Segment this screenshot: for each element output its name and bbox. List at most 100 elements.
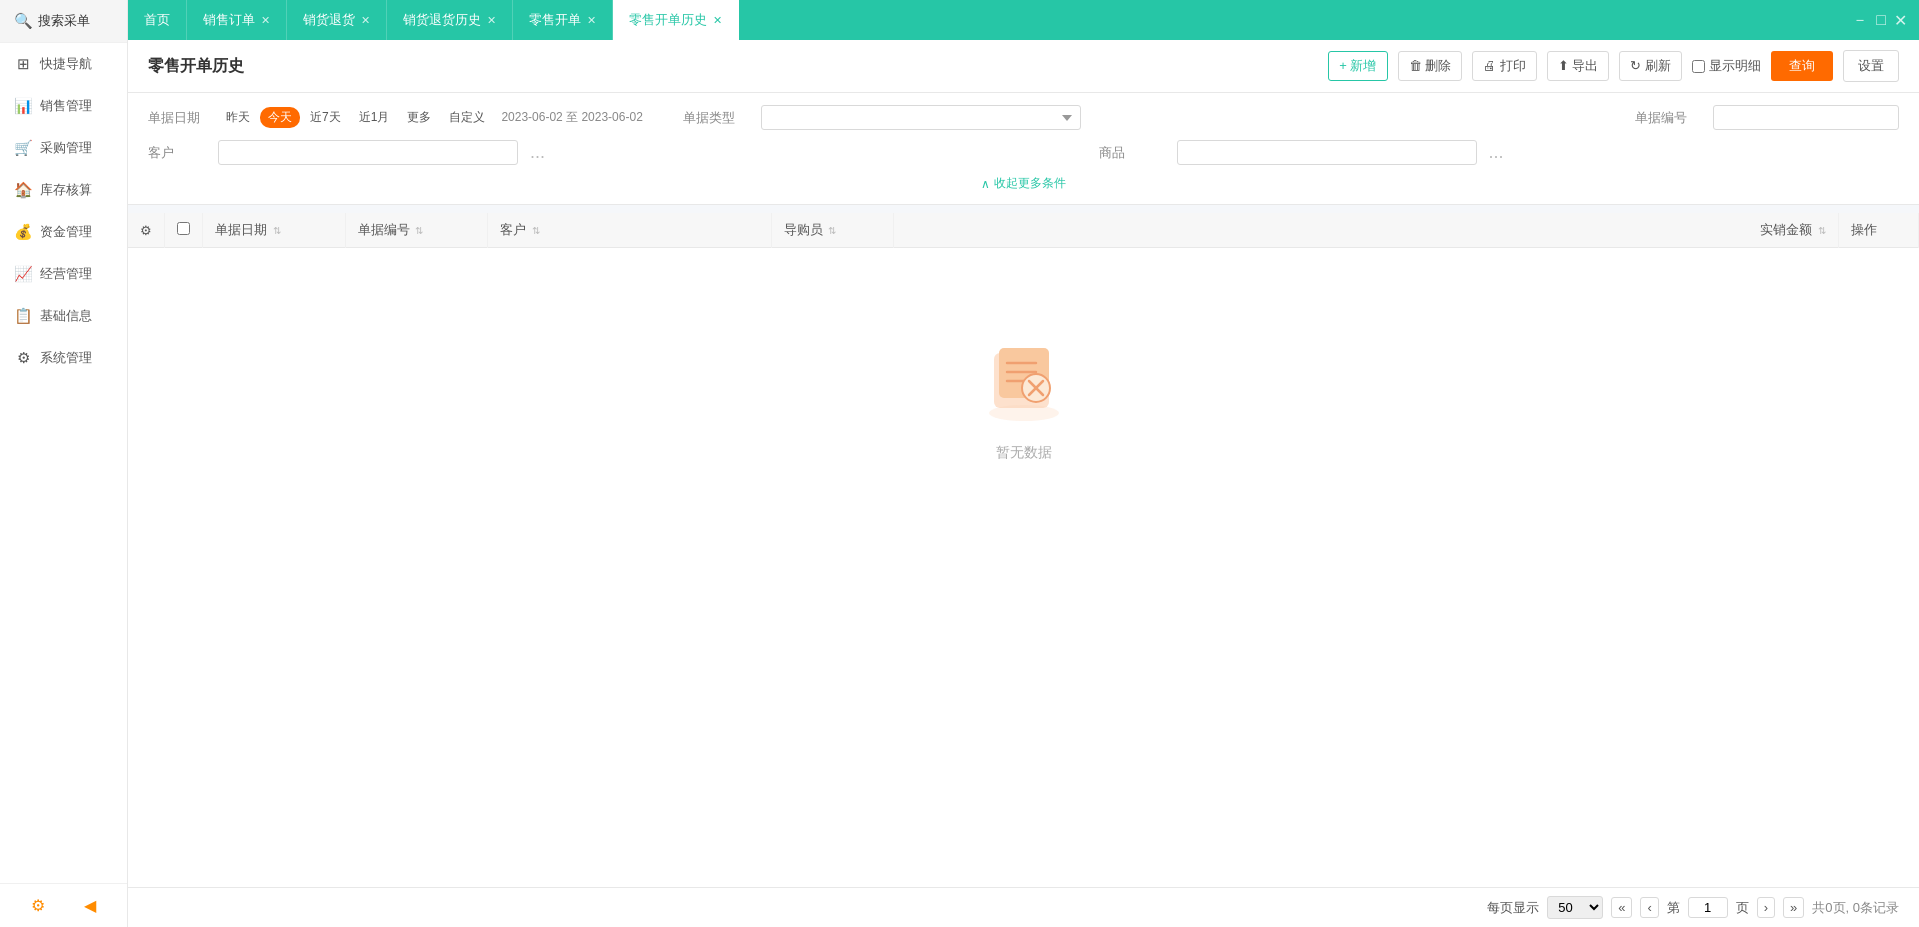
tab-sales-return-history[interactable]: 销货退货历史 ✕ [387, 0, 513, 40]
tab-retail-history-label: 零售开单历史 [629, 11, 707, 29]
settings-icon[interactable]: ⚙ [140, 223, 152, 238]
settings-button[interactable]: 设置 [1843, 50, 1899, 82]
goods-dots-icon[interactable]: ... [1489, 142, 1504, 163]
tab-sales-return-close[interactable]: ✕ [361, 14, 370, 27]
tab-sales-return-history-close[interactable]: ✕ [487, 14, 496, 27]
sort-amount-icon[interactable]: ⇅ [1818, 225, 1826, 236]
date-btn-today[interactable]: 今天 [260, 107, 300, 128]
query-button[interactable]: 查询 [1771, 51, 1833, 81]
window-maximize-icon[interactable]: □ [1876, 11, 1886, 29]
window-close-icon[interactable]: ✕ [1894, 11, 1907, 30]
table-area: ⚙ 单据日期 ⇅ 单据编号 ⇅ [128, 213, 1919, 887]
th-guide[interactable]: 导购员 ⇅ [771, 213, 893, 248]
collapse-sidebar-icon[interactable]: ◀ [84, 896, 96, 915]
sidebar-item-label: 销售管理 [40, 97, 92, 115]
empty-text: 暂无数据 [996, 444, 1052, 462]
system-icon: ⚙ [14, 349, 32, 367]
page-prev-button[interactable]: ‹ [1640, 897, 1658, 918]
sidebar-item-sales[interactable]: 📊 销售管理 [0, 85, 127, 127]
select-all-checkbox[interactable] [177, 222, 190, 235]
tab-retail-open[interactable]: 零售开单 ✕ [513, 0, 613, 40]
filter-area: 单据日期 昨天 今天 近7天 近1月 更多 自定义 2023-06-02 至 2… [128, 93, 1919, 205]
print-button[interactable]: 🖨 打印 [1472, 51, 1537, 81]
th-number[interactable]: 单据编号 ⇅ [345, 213, 488, 248]
date-btn-1month[interactable]: 近1月 [351, 107, 398, 128]
settings-bottom-icon[interactable]: ⚙ [31, 896, 45, 915]
goods-filter-group: ... [1177, 140, 1900, 165]
page-label-suffix: 页 [1736, 899, 1749, 917]
tab-sales-order[interactable]: 销售订单 ✕ [187, 0, 287, 40]
tab-sales-order-label: 销售订单 [203, 11, 255, 29]
date-range-text: 2023-06-02 至 2023-06-02 [501, 109, 642, 126]
goods-filter-label: 商品 [1099, 144, 1169, 162]
tab-sales-order-close[interactable]: ✕ [261, 14, 270, 27]
sidebar-item-label: 快捷导航 [40, 55, 92, 73]
basic-icon: 📋 [14, 307, 32, 325]
number-filter-label: 单据编号 [1635, 109, 1705, 127]
sidebar-item-operation[interactable]: 📈 经营管理 [0, 253, 127, 295]
type-filter-label: 单据类型 [683, 109, 753, 127]
customer-dots-icon[interactable]: ... [530, 142, 545, 163]
type-filter-select[interactable] [761, 105, 1081, 130]
page-first-button[interactable]: « [1611, 897, 1632, 918]
th-date[interactable]: 单据日期 ⇅ [203, 213, 346, 248]
shortcut-icon: ⊞ [14, 55, 32, 73]
th-action: 操作 [1838, 213, 1918, 248]
sidebar-search[interactable]: 🔍 搜索采单 [0, 0, 127, 43]
th-amount-label: 实销金额 [1760, 222, 1812, 237]
tab-home[interactable]: 首页 [128, 0, 187, 40]
number-filter-input[interactable] [1713, 105, 1899, 130]
export-button[interactable]: ⬆ 导出 [1547, 51, 1610, 81]
tab-retail-history-close[interactable]: ✕ [713, 14, 722, 27]
page-next-button[interactable]: › [1757, 897, 1775, 918]
tab-retail-history[interactable]: 零售开单历史 ✕ [613, 0, 739, 40]
sidebar-item-system[interactable]: ⚙ 系统管理 [0, 337, 127, 379]
main-area: 首页 销售订单 ✕ 销货退货 ✕ 销货退货历史 ✕ 零售开单 ✕ 零售开单历史 … [128, 0, 1919, 927]
display-detail-checkbox[interactable]: 显示明细 [1692, 57, 1761, 75]
page-input[interactable] [1688, 897, 1728, 918]
collapse-bar[interactable]: ∧ 收起更多条件 [148, 175, 1899, 192]
th-date-label: 单据日期 [215, 222, 267, 237]
date-btn-yesterday[interactable]: 昨天 [218, 107, 258, 128]
tab-retail-open-close[interactable]: ✕ [587, 14, 596, 27]
tab-retail-open-label: 零售开单 [529, 11, 581, 29]
add-button[interactable]: + 新增 [1328, 51, 1387, 81]
date-btn-7days[interactable]: 近7天 [302, 107, 349, 128]
th-check[interactable] [165, 213, 203, 248]
refresh-button[interactable]: ↻ 刷新 [1619, 51, 1682, 81]
collapse-icon: ∧ [981, 177, 990, 191]
sort-number-icon[interactable]: ⇅ [415, 225, 423, 236]
goods-filter-input[interactable] [1177, 140, 1477, 165]
topbar-right: － □ ✕ [1852, 10, 1919, 31]
page-last-button[interactable]: » [1783, 897, 1804, 918]
date-btn-more[interactable]: 更多 [399, 107, 439, 128]
delete-button[interactable]: 🗑 删除 [1398, 51, 1463, 81]
search-icon: 🔍 [14, 12, 32, 30]
display-detail-input[interactable] [1692, 60, 1705, 73]
date-btn-custom[interactable]: 自定义 [441, 107, 493, 128]
customer-filter-input[interactable] [218, 140, 518, 165]
sidebar-item-basic[interactable]: 📋 基础信息 [0, 295, 127, 337]
tab-sales-return-label: 销货退货 [303, 11, 355, 29]
th-amount[interactable]: 实销金额 ⇅ [894, 213, 1839, 248]
tab-sales-return[interactable]: 销货退货 ✕ [287, 0, 387, 40]
sidebar-item-inventory[interactable]: 🏠 库存核算 [0, 169, 127, 211]
filter-row-date: 单据日期 昨天 今天 近7天 近1月 更多 自定义 2023-06-02 至 2… [148, 105, 1899, 130]
page-size-select[interactable]: 50 10 20 100 [1547, 896, 1603, 919]
th-customer[interactable]: 客户 ⇅ [488, 213, 771, 248]
data-table: ⚙ 单据日期 ⇅ 单据编号 ⇅ [128, 213, 1919, 248]
customer-filter-label: 客户 [148, 144, 218, 162]
sidebar-item-purchase[interactable]: 🛒 采购管理 [0, 127, 127, 169]
page-size-label: 每页显示 [1487, 899, 1539, 917]
th-settings[interactable]: ⚙ [128, 213, 165, 248]
sidebar-item-finance[interactable]: 💰 资金管理 [0, 211, 127, 253]
window-minimize-icon[interactable]: － [1852, 10, 1868, 31]
sort-date-icon[interactable]: ⇅ [273, 225, 281, 236]
sort-customer-icon[interactable]: ⇅ [532, 225, 540, 236]
th-guide-label: 导购员 [784, 222, 823, 237]
sort-guide-icon[interactable]: ⇅ [828, 225, 836, 236]
sales-icon: 📊 [14, 97, 32, 115]
sidebar-item-shortcut[interactable]: ⊞ 快捷导航 [0, 43, 127, 85]
sidebar-item-label: 系统管理 [40, 349, 92, 367]
sidebar-item-label: 基础信息 [40, 307, 92, 325]
